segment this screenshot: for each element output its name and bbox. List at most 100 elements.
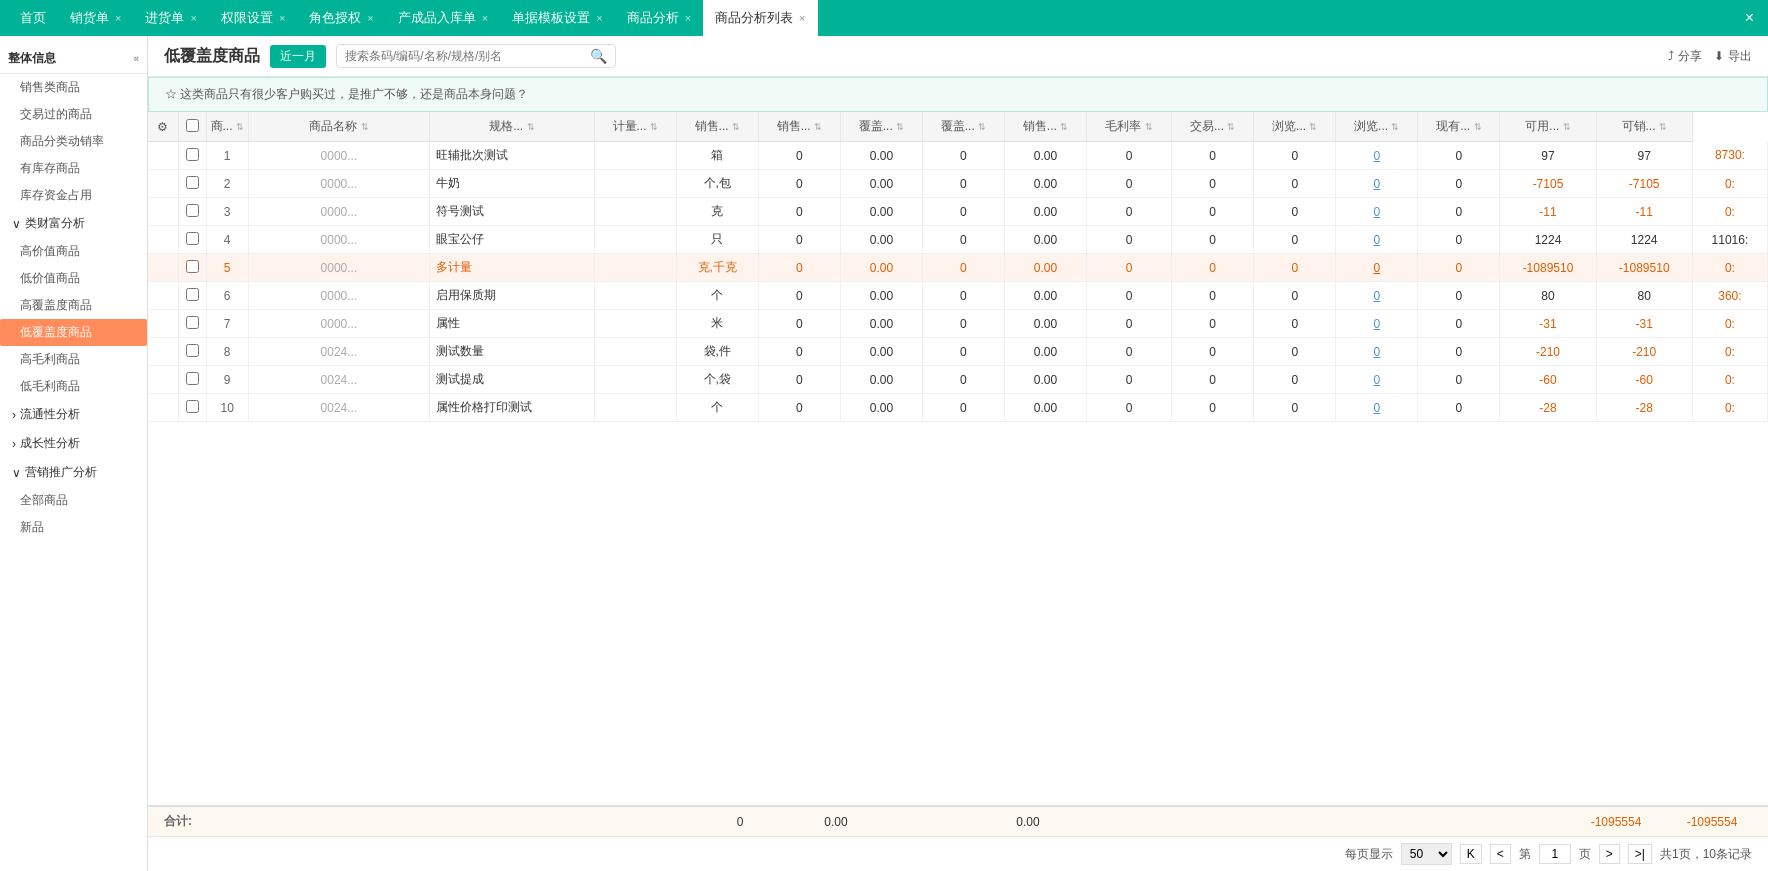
select-all-checkbox[interactable] <box>186 119 199 132</box>
row-checkbox[interactable] <box>186 148 199 161</box>
sidebar-item-low-profit[interactable]: 低毛利商品 <box>0 373 147 400</box>
sidebar-item-high-value[interactable]: 高价值商品 <box>0 238 147 265</box>
row-name[interactable]: 符号测试 <box>430 198 595 226</box>
row-checkbox[interactable] <box>186 372 199 385</box>
browse2-col-header[interactable]: 浏览... ⇅ <box>1336 112 1418 142</box>
row-checkbox[interactable] <box>186 260 199 273</box>
nav-tab-analysis[interactable]: 商品分析 × <box>615 0 703 36</box>
row-browse1[interactable]: 0 <box>1336 198 1418 226</box>
prev-page-button[interactable]: < <box>1490 844 1511 864</box>
row-name[interactable]: 属性价格打印测试 <box>430 394 595 422</box>
time-filter-button[interactable]: 近一月 <box>270 45 326 68</box>
row-checkbox-cell[interactable] <box>178 142 206 170</box>
row-browse1[interactable]: 0 <box>1336 394 1418 422</box>
sidebar-item-category-rate[interactable]: 商品分类动销率 <box>0 128 147 155</box>
row-name[interactable]: 测试提成 <box>430 366 595 394</box>
avail-col-header[interactable]: 可用... ⇅ <box>1500 112 1596 142</box>
row-checkbox[interactable] <box>186 232 199 245</box>
per-page-select[interactable]: 50 100 200 <box>1401 843 1452 865</box>
row-browse1[interactable]: 0 <box>1336 142 1418 170</box>
sidebar-item-sales-goods[interactable]: 销售类商品 <box>0 74 147 101</box>
search-icon[interactable]: 🔍 <box>590 48 607 64</box>
row-name[interactable]: 多计量 <box>430 254 595 282</box>
row-checkbox-cell[interactable] <box>178 226 206 254</box>
row-name[interactable]: 属性 <box>430 310 595 338</box>
stock-col-header[interactable]: 现有... ⇅ <box>1418 112 1500 142</box>
sidebar-section-marketing[interactable]: ∨ 营销推广分析 <box>0 458 147 487</box>
sidebar-item-low-value[interactable]: 低价值商品 <box>0 265 147 292</box>
sidebar-item-capital[interactable]: 库存资金占用 <box>0 182 147 209</box>
row-browse1[interactable]: 0 <box>1336 338 1418 366</box>
row-checkbox[interactable] <box>186 176 199 189</box>
close-icon[interactable]: × <box>367 12 373 24</box>
sidebar-item-traded-goods[interactable]: 交易过的商品 <box>0 101 147 128</box>
close-icon[interactable]: × <box>190 12 196 24</box>
first-page-button[interactable]: K <box>1460 844 1482 864</box>
window-close-button[interactable]: × <box>1739 7 1760 29</box>
row-browse1[interactable]: 0 <box>1336 226 1418 254</box>
row-checkbox-cell[interactable] <box>178 254 206 282</box>
row-checkbox-cell[interactable] <box>178 366 206 394</box>
code-col-header[interactable]: 商... ⇅ <box>206 112 248 142</box>
close-icon[interactable]: × <box>279 12 285 24</box>
row-checkbox[interactable] <box>186 204 199 217</box>
checkbox-col-header[interactable] <box>178 112 206 142</box>
row-checkbox-cell[interactable] <box>178 282 206 310</box>
unit-col-header[interactable]: 计量... ⇅ <box>594 112 676 142</box>
close-icon[interactable]: × <box>115 12 121 24</box>
close-icon[interactable]: × <box>799 12 805 24</box>
trade-col-header[interactable]: 交易... ⇅ <box>1172 112 1254 142</box>
row-checkbox-cell[interactable] <box>178 394 206 422</box>
gross-col-header[interactable]: 毛利率 ⇅ <box>1087 112 1172 142</box>
sidebar-item-all-goods[interactable]: 全部商品 <box>0 487 147 514</box>
sidebar-item-high-profit[interactable]: 高毛利商品 <box>0 346 147 373</box>
share-button[interactable]: ⤴ 分享 <box>1668 48 1702 65</box>
search-input[interactable] <box>345 49 586 63</box>
sidebar-item-high-coverage[interactable]: 高覆盖度商品 <box>0 292 147 319</box>
cov1-col-header[interactable]: 覆盖... ⇅ <box>840 112 922 142</box>
row-checkbox[interactable] <box>186 316 199 329</box>
close-icon[interactable]: × <box>596 12 602 24</box>
close-icon[interactable]: × <box>482 12 488 24</box>
nav-tab-purchase[interactable]: 进货单 × <box>133 0 208 36</box>
sidebar-item-new-goods[interactable]: 新品 <box>0 514 147 541</box>
sales3-col-header[interactable]: 销售... ⇅ <box>1004 112 1086 142</box>
row-name[interactable]: 启用保质期 <box>430 282 595 310</box>
next-page-button[interactable]: > <box>1599 844 1620 864</box>
row-checkbox[interactable] <box>186 400 199 413</box>
settings-col-header[interactable]: ⚙ <box>148 112 178 142</box>
spec-col-header[interactable]: 规格... ⇅ <box>430 112 595 142</box>
export-button[interactable]: ⬇ 导出 <box>1714 48 1752 65</box>
sidebar-item-stocked-goods[interactable]: 有库存商品 <box>0 155 147 182</box>
sidebar-item-low-coverage[interactable]: 低覆盖度商品 <box>0 319 147 346</box>
row-browse1[interactable]: 0 <box>1336 366 1418 394</box>
row-checkbox[interactable] <box>186 288 199 301</box>
row-checkbox[interactable] <box>186 344 199 357</box>
row-name[interactable]: 旺辅批次测试 <box>430 142 595 170</box>
sales-qty-col-header[interactable]: 销售... ⇅ <box>676 112 758 142</box>
nav-tab-sales[interactable]: 销货单 × <box>58 0 133 36</box>
row-name[interactable]: 测试数量 <box>430 338 595 366</box>
nav-tab-role[interactable]: 角色授权 × <box>297 0 385 36</box>
sales-amt-col-header[interactable]: 销售... ⇅ <box>758 112 840 142</box>
browse1-col-header[interactable]: 浏览... ⇅ <box>1254 112 1336 142</box>
last-page-button[interactable]: >| <box>1628 844 1652 864</box>
row-name[interactable]: 牛奶 <box>430 170 595 198</box>
nav-tab-home[interactable]: 首页 <box>8 0 58 36</box>
sidebar-section-flow[interactable]: › 流通性分析 <box>0 400 147 429</box>
row-browse1[interactable]: 0 <box>1336 282 1418 310</box>
nav-tab-template[interactable]: 单据模板设置 × <box>500 0 614 36</box>
sellable-col-header[interactable]: 可销... ⇅ <box>1596 112 1692 142</box>
row-checkbox-cell[interactable] <box>178 198 206 226</box>
row-browse1[interactable]: 0 <box>1336 170 1418 198</box>
row-checkbox-cell[interactable] <box>178 338 206 366</box>
collapse-icon[interactable]: « <box>133 53 139 64</box>
nav-tab-product[interactable]: 产成品入库单 × <box>386 0 500 36</box>
row-browse1[interactable]: 0 <box>1336 254 1418 282</box>
nav-tab-permission[interactable]: 权限设置 × <box>209 0 297 36</box>
row-browse1[interactable]: 0 <box>1336 310 1418 338</box>
page-number-input[interactable] <box>1539 844 1571 864</box>
nav-tab-analysis-list[interactable]: 商品分析列表 × <box>703 0 817 36</box>
name-col-header[interactable]: 商品名称 ⇅ <box>248 112 429 142</box>
sidebar-section-growth[interactable]: › 成长性分析 <box>0 429 147 458</box>
